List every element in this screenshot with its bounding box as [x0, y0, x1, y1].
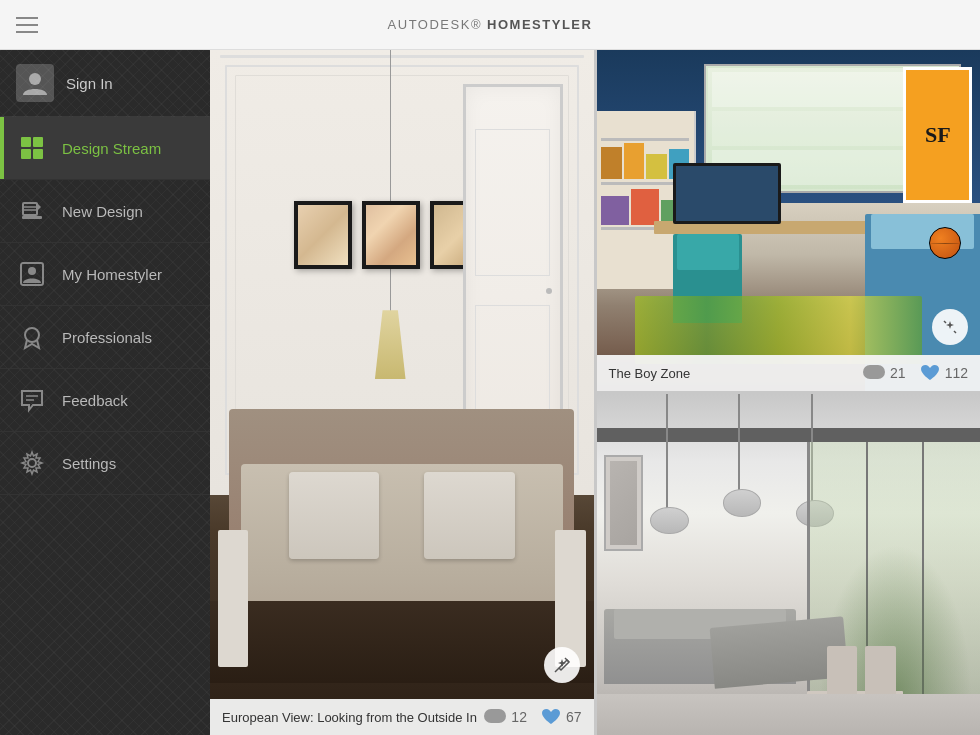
card-stats: 12 67 [484, 708, 581, 726]
card-stats-boyzone: 21 112 [863, 364, 968, 382]
award-icon [16, 321, 48, 353]
sidebar-item-design-stream[interactable]: Design Stream [0, 117, 210, 180]
card-boy-zone[interactable]: SF [597, 50, 981, 391]
heart-icon [541, 708, 561, 726]
sidebar-profile[interactable]: Sign In [0, 50, 210, 117]
svg-point-0 [29, 73, 41, 85]
person-icon [16, 258, 48, 290]
like-stat: 67 [541, 708, 582, 726]
card-footer-boyzone: The Boy Zone 21 112 [597, 355, 981, 391]
svg-point-10 [28, 267, 36, 275]
room-background-boyzone: SF [597, 50, 981, 391]
card-edit-button-boyzone[interactable] [932, 309, 968, 345]
main-content: European View: Looking from the Outside … [210, 50, 980, 735]
comment-stat: 12 [484, 709, 527, 725]
new-design-label: New Design [62, 203, 143, 220]
title-prefix: AUTODESK [388, 17, 471, 32]
svg-rect-4 [33, 149, 43, 159]
svg-rect-5 [22, 216, 42, 219]
svg-point-14 [28, 459, 36, 467]
svg-point-11 [25, 328, 39, 342]
avatar [16, 64, 54, 102]
settings-label: Settings [62, 455, 116, 472]
pencil-icon [16, 195, 48, 227]
room-background [210, 50, 594, 735]
comment-icon [484, 709, 506, 725]
app-title: AUTODESK® HOMESTYLER [388, 17, 593, 32]
comment-icon-boyzone [863, 365, 885, 381]
menu-button[interactable] [16, 17, 38, 33]
card-edit-button[interactable] [544, 647, 580, 683]
professionals-label: Professionals [62, 329, 152, 346]
design-stream-label: Design Stream [62, 140, 161, 157]
svg-rect-2 [33, 137, 43, 147]
svg-rect-19 [863, 365, 885, 379]
title-brand: HOMESTYLER [487, 17, 592, 32]
svg-rect-3 [21, 149, 31, 159]
grid-icon [16, 132, 48, 164]
svg-rect-1 [21, 137, 31, 147]
header: AUTODESK® HOMESTYLER [0, 0, 980, 50]
like-stat-boyzone: 112 [920, 364, 968, 382]
sidebar-item-new-design[interactable]: New Design [0, 180, 210, 243]
feedback-label: Feedback [62, 392, 128, 409]
card-footer: European View: Looking from the Outside … [210, 699, 594, 735]
svg-line-17 [944, 321, 946, 323]
card-title-boyzone: The Boy Zone [609, 366, 864, 381]
comment-stat-boyzone: 21 [863, 365, 906, 381]
my-homestyler-label: My Homestyler [62, 266, 162, 283]
card-european-view[interactable]: European View: Looking from the Outside … [210, 50, 594, 735]
card-modern[interactable] [597, 394, 981, 735]
sidebar: Sign In Design Stream New Design [0, 50, 210, 735]
sidebar-item-my-homestyler[interactable]: My Homestyler [0, 243, 210, 306]
svg-rect-6 [23, 203, 37, 215]
active-bar [0, 117, 4, 179]
room-background-modern [597, 394, 981, 735]
sign-in-label[interactable]: Sign In [66, 75, 113, 92]
svg-line-18 [954, 331, 956, 333]
sidebar-item-professionals[interactable]: Professionals [0, 306, 210, 369]
feedback-icon [16, 384, 48, 416]
card-title: European View: Looking from the Outside … [222, 710, 484, 725]
svg-rect-16 [484, 709, 506, 723]
heart-icon-boyzone [920, 364, 940, 382]
sidebar-item-feedback[interactable]: Feedback [0, 369, 210, 432]
sidebar-item-settings[interactable]: Settings [0, 432, 210, 495]
gear-icon [16, 447, 48, 479]
